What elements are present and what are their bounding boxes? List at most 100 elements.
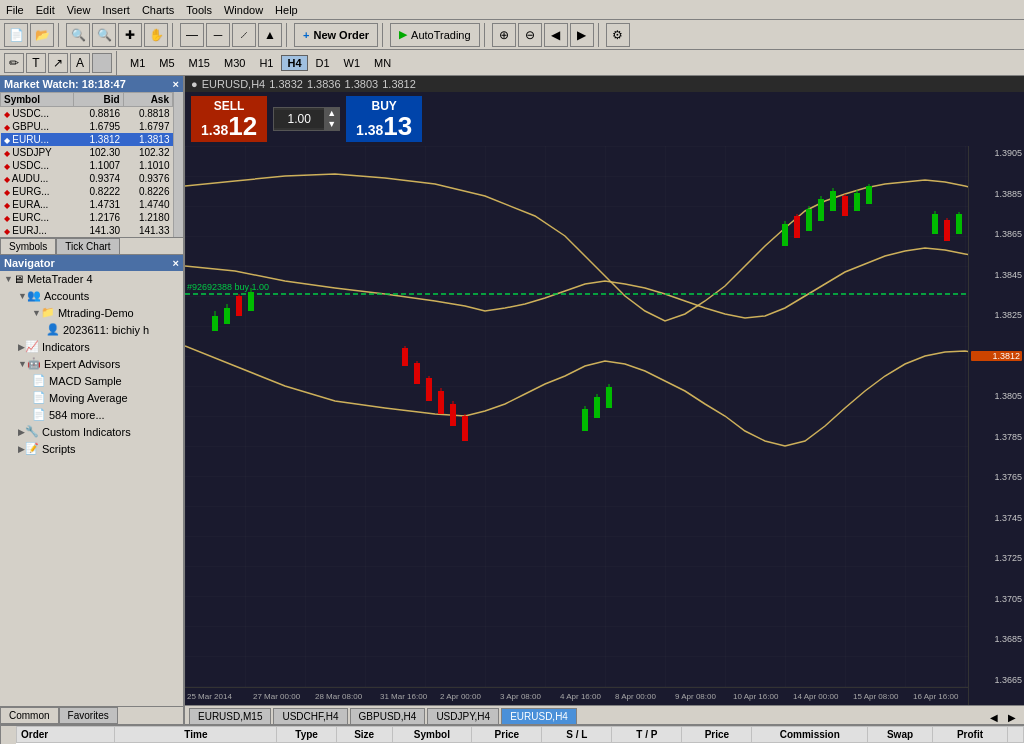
market-table-row[interactable]: ◆ EURJ... 141.30 141.33: [1, 224, 173, 237]
nav-tab-favorites[interactable]: Favorites: [59, 707, 118, 724]
chart-tab-1[interactable]: USDCHF,H4: [273, 708, 347, 724]
th-time[interactable]: Time: [115, 727, 277, 743]
tree-item[interactable]: ▼ 📁Mtrading-Demo: [0, 304, 183, 321]
color-btn[interactable]: [92, 53, 112, 73]
chart-scroll-left[interactable]: ◀: [986, 711, 1002, 724]
tree-item[interactable]: ▼ 🤖Expert Advisors: [0, 355, 183, 372]
chart-scroll-right[interactable]: ▶: [1004, 711, 1020, 724]
hline-btn[interactable]: ─: [206, 23, 230, 47]
autotrading-button[interactable]: ▶ AutoTrading: [390, 23, 480, 47]
tf-mn[interactable]: MN: [368, 55, 397, 71]
lot-input[interactable]: 1.00: [274, 110, 324, 128]
th-symbol[interactable]: Symbol: [392, 727, 472, 743]
tree-item[interactable]: 📄584 more...: [0, 406, 183, 423]
market-table-row[interactable]: ◆ EURU... 1.3812 1.3813: [1, 133, 173, 146]
th-swap[interactable]: Swap: [868, 727, 933, 743]
svg-rect-43: [854, 193, 860, 211]
market-scrollbar[interactable]: [173, 92, 183, 237]
nav-tab-common[interactable]: Common: [0, 707, 59, 724]
chart-zoom-in[interactable]: ⊕: [492, 23, 516, 47]
tf-m5[interactable]: M5: [153, 55, 180, 71]
tree-item[interactable]: ▼ 👥Accounts: [0, 287, 183, 304]
tree-item[interactable]: 📄Moving Average: [0, 389, 183, 406]
menu-file[interactable]: File: [0, 2, 30, 18]
navigator-close[interactable]: ×: [173, 257, 179, 269]
chart-tab-3[interactable]: USDJPY,H4: [427, 708, 499, 724]
tree-item[interactable]: ▼ 🖥MetaTrader 4: [0, 271, 183, 287]
lot-down[interactable]: ▼: [324, 119, 339, 130]
th-type[interactable]: Type: [277, 727, 337, 743]
zoom-out-btn[interactable]: 🔍: [92, 23, 116, 47]
open-btn[interactable]: 📂: [30, 23, 54, 47]
tree-item[interactable]: ▶ 📝Scripts: [0, 440, 183, 457]
menu-insert[interactable]: Insert: [96, 2, 136, 18]
crosshair-btn[interactable]: ✚: [118, 23, 142, 47]
menu-charts[interactable]: Charts: [136, 2, 180, 18]
th-sl[interactable]: S / L: [542, 727, 612, 743]
lot-up[interactable]: ▲: [324, 108, 339, 119]
arrow-btn[interactable]: ↗: [48, 53, 68, 73]
market-table-row[interactable]: ◆ USDC... 0.8816 0.8818: [1, 107, 173, 121]
tf-w1[interactable]: W1: [338, 55, 367, 71]
th-profit[interactable]: Profit: [932, 727, 1007, 743]
channel-btn[interactable]: ⟋: [232, 23, 256, 47]
tree-item[interactable]: ▶ 🔧Custom Indicators: [0, 423, 183, 440]
tab-tick-chart[interactable]: Tick Chart: [56, 238, 119, 254]
menu-edit[interactable]: Edit: [30, 2, 61, 18]
chart-tab-0[interactable]: EURUSD,M15: [189, 708, 271, 724]
tree-item[interactable]: 📄MACD Sample: [0, 372, 183, 389]
chart-header: ● EURUSD,H4 1.3832 1.3836 1.3803 1.3812: [185, 76, 1024, 92]
new-order-button[interactable]: + New Order: [294, 23, 378, 47]
market-table-row[interactable]: ◆ GBPU... 1.6795 1.6797: [1, 120, 173, 133]
scroll-btn[interactable]: ◀: [544, 23, 568, 47]
market-table-row[interactable]: ◆ EURG... 0.8222 0.8226: [1, 185, 173, 198]
market-table-row[interactable]: ◆ AUDU... 0.9374 0.9376: [1, 172, 173, 185]
scroll-right-btn[interactable]: ▶: [570, 23, 594, 47]
market-table-row[interactable]: ◆ USDC... 1.1007 1.1010: [1, 159, 173, 172]
th-order[interactable]: Order: [17, 727, 115, 743]
tf-m30[interactable]: M30: [218, 55, 251, 71]
tf-d1[interactable]: D1: [310, 55, 336, 71]
tf-m15[interactable]: M15: [183, 55, 216, 71]
chart-svg: #92692388 buy 1.00: [185, 146, 968, 705]
tree-item[interactable]: 👤2023611: bichiy h: [0, 321, 183, 338]
market-table-row[interactable]: ◆ EURC... 1.2176 1.2180: [1, 211, 173, 224]
th-size[interactable]: Size: [336, 727, 392, 743]
chart-canvas[interactable]: #92692388 buy 1.00: [185, 146, 968, 705]
separator-5: [484, 23, 488, 47]
fib-btn[interactable]: ▲: [258, 23, 282, 47]
th-price2[interactable]: Price: [682, 727, 752, 743]
settings-btn[interactable]: ⚙: [606, 23, 630, 47]
menu-help[interactable]: Help: [269, 2, 304, 18]
chart-symbol: EURUSD,H4: [202, 78, 266, 90]
market-watch-close[interactable]: ×: [173, 78, 179, 90]
menu-window[interactable]: Window: [218, 2, 269, 18]
tab-symbols[interactable]: Symbols: [0, 238, 56, 254]
svg-rect-45: [866, 186, 872, 204]
hand-btn[interactable]: ✋: [144, 23, 168, 47]
pencil-btn[interactable]: ✏: [4, 53, 24, 73]
terminal-side-tab[interactable]: Terminal: [0, 726, 16, 744]
label-btn[interactable]: A: [70, 53, 90, 73]
buy-block[interactable]: BUY 1.3813: [346, 96, 422, 142]
th-commission[interactable]: Commission: [752, 727, 868, 743]
market-table-row[interactable]: ◆ EURA... 1.4731 1.4740: [1, 198, 173, 211]
tf-h1[interactable]: H1: [253, 55, 279, 71]
chart-tab-2[interactable]: GBPUSD,H4: [350, 708, 426, 724]
zoom-in-btn[interactable]: 🔍: [66, 23, 90, 47]
tree-item[interactable]: ▶ 📈Indicators: [0, 338, 183, 355]
market-table-row[interactable]: ◆ USDJPY 102.30 102.32: [1, 146, 173, 159]
menu-view[interactable]: View: [61, 2, 97, 18]
sell-block[interactable]: SELL 1.3812: [191, 96, 267, 142]
th-price[interactable]: Price: [472, 727, 542, 743]
tf-h4[interactable]: H4: [281, 55, 307, 71]
chart-zoom-out[interactable]: ⊖: [518, 23, 542, 47]
line-btn[interactable]: —: [180, 23, 204, 47]
tf-m1[interactable]: M1: [124, 55, 151, 71]
th-tp[interactable]: T / P: [612, 727, 682, 743]
chart-tab-4-active[interactable]: EURUSD,H4: [501, 708, 577, 724]
menu-tools[interactable]: Tools: [180, 2, 218, 18]
chart-main-area[interactable]: #92692388 buy 1.00: [185, 146, 1024, 705]
text-btn[interactable]: T: [26, 53, 46, 73]
new-file-btn[interactable]: 📄: [4, 23, 28, 47]
